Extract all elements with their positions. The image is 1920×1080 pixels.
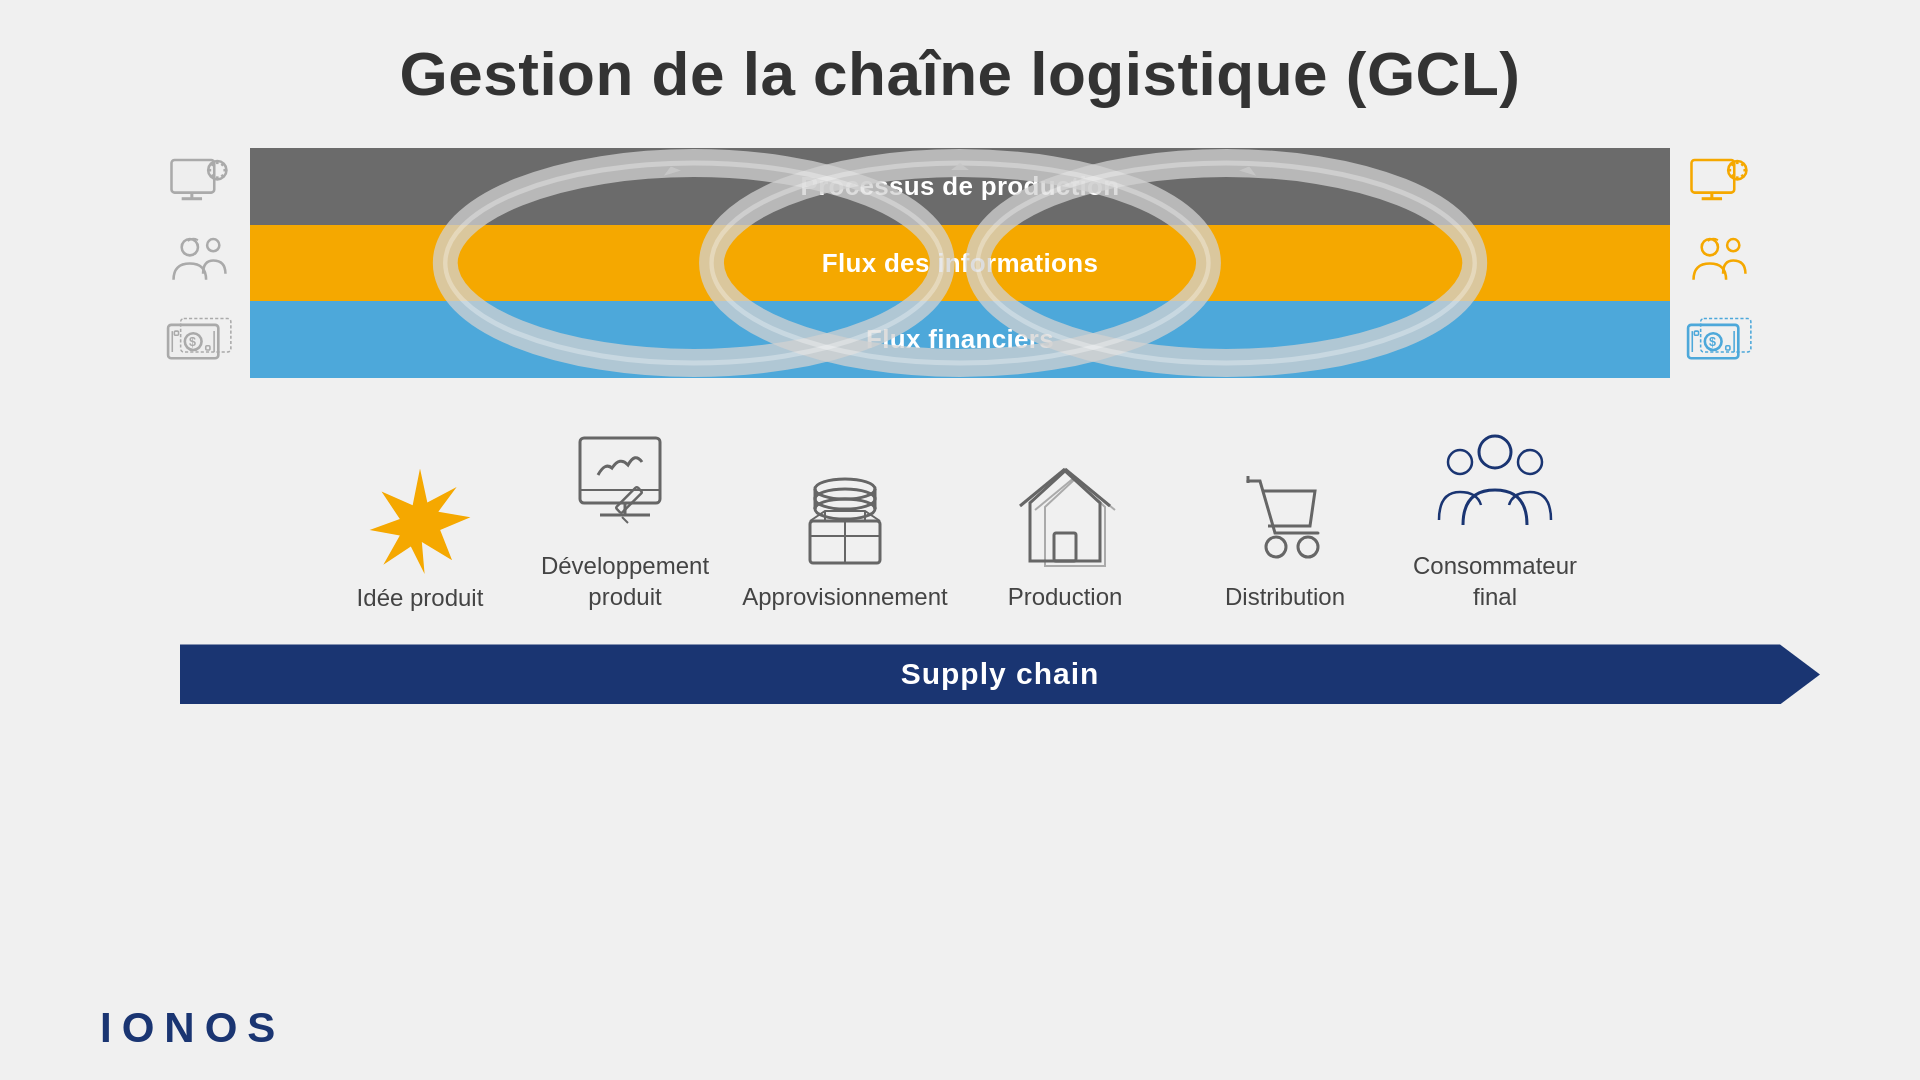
- svg-point-79: [1266, 537, 1286, 557]
- svg-line-10: [221, 164, 223, 166]
- svg-line-78: [1075, 477, 1115, 510]
- approvisionnement-icon: [790, 461, 900, 571]
- svg-rect-53: [1726, 345, 1730, 349]
- band-finance-label: Flux financiers: [866, 324, 1054, 355]
- svg-point-46: [1727, 239, 1739, 251]
- svg-text:$: $: [189, 334, 196, 348]
- right-icons: $: [1680, 148, 1760, 378]
- band-info-label: Flux des informations: [822, 248, 1098, 279]
- left-people-icon: [166, 232, 234, 294]
- developpement-item: Développementproduit: [515, 430, 735, 612]
- star-icon: [365, 464, 475, 574]
- supply-chain-arrow-row: Supply chain: [180, 644, 1820, 704]
- page-title: Gestion de la chaîne logistique (GCL): [0, 0, 1920, 109]
- supply-chain-section: Idée produit Développementproduit: [100, 430, 1820, 980]
- svg-line-41: [1731, 164, 1733, 166]
- left-icons: $: [160, 148, 240, 378]
- idee-produit-item: Idée produit: [335, 464, 505, 612]
- bands-container: Processus de production Flux des informa…: [250, 148, 1670, 378]
- svg-point-84: [1518, 450, 1542, 474]
- production-item: Production: [955, 461, 1175, 612]
- consumer-icon: [1435, 430, 1555, 540]
- band-production-label: Processus de production: [801, 171, 1120, 202]
- chain-icons-row: Idée produit Développementproduit: [100, 430, 1820, 624]
- distribution-label: Distribution: [1225, 581, 1345, 612]
- svg-line-43: [1741, 164, 1743, 166]
- svg-point-45: [1702, 239, 1718, 255]
- right-settings-icon: [1686, 155, 1754, 217]
- svg-rect-0: [171, 160, 214, 193]
- svg-line-8: [211, 164, 213, 166]
- band-finance: Flux financiers: [250, 301, 1670, 378]
- flow-diagram: $ Processus de production Flux des infor…: [160, 148, 1760, 378]
- right-money-icon: $: [1686, 309, 1754, 371]
- svg-text:$: $: [1709, 334, 1716, 348]
- approvisionnement-item: Approvisionnement: [735, 461, 955, 612]
- svg-line-9: [221, 175, 223, 177]
- consumer-label: Consommateurfinal: [1413, 550, 1577, 612]
- svg-line-44: [1731, 175, 1733, 177]
- developpement-label: Développementproduit: [541, 550, 709, 612]
- svg-point-80: [1298, 537, 1318, 557]
- svg-line-61: [622, 517, 628, 523]
- distribution-item: Distribution: [1175, 461, 1395, 612]
- consumer-item: Consommateurfinal: [1405, 430, 1585, 612]
- production-label: Production: [1008, 581, 1123, 612]
- svg-rect-52: [1694, 331, 1698, 335]
- band-info: Flux des informations: [250, 225, 1670, 302]
- supply-chain-label: Supply chain: [901, 657, 1100, 691]
- svg-point-83: [1448, 450, 1472, 474]
- left-money-icon: $: [166, 309, 234, 371]
- approvisionnement-label: Approvisionnement: [742, 581, 947, 612]
- band-production: Processus de production: [250, 148, 1670, 225]
- svg-marker-55: [370, 469, 471, 574]
- svg-point-82: [1479, 436, 1511, 468]
- ionos-logo: IONOS: [100, 1004, 285, 1052]
- svg-line-42: [1741, 175, 1743, 177]
- svg-rect-56: [580, 438, 660, 503]
- svg-line-11: [211, 175, 213, 177]
- svg-point-12: [182, 239, 198, 255]
- svg-point-13: [207, 239, 219, 251]
- distribution-icon: [1230, 461, 1340, 571]
- developpement-icon: [570, 430, 680, 540]
- svg-rect-33: [1691, 160, 1734, 193]
- svg-line-73: [1020, 469, 1065, 506]
- idee-produit-label: Idée produit: [357, 584, 484, 612]
- right-people-icon: [1686, 232, 1754, 294]
- svg-rect-75: [1054, 533, 1076, 561]
- supply-chain-arrow: Supply chain: [180, 644, 1820, 704]
- production-icon: [1010, 461, 1120, 571]
- left-settings-icon: [166, 155, 234, 217]
